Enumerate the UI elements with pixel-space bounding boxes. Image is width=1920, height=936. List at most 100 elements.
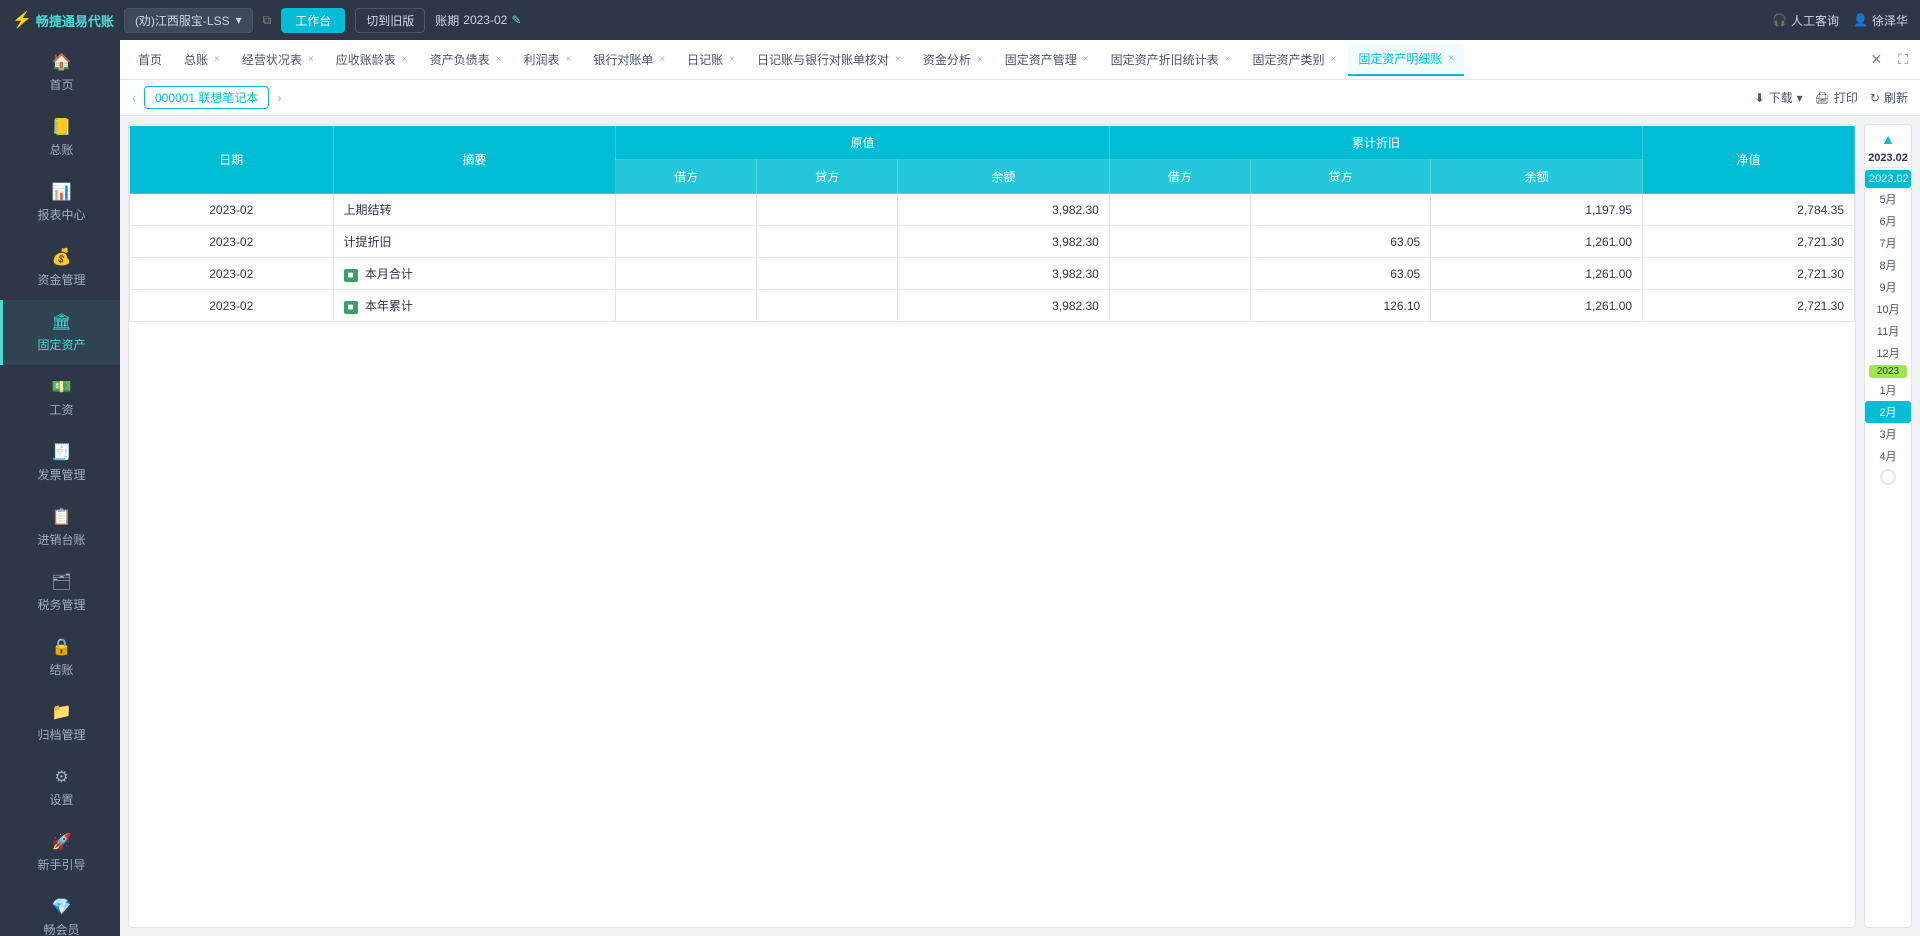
cell-debit: [616, 194, 757, 226]
timeline-year-2023[interactable]: 2023: [1869, 365, 1907, 378]
user-menu[interactable]: 👤 徐泽华: [1853, 12, 1908, 29]
tab-close-fixed-asset-category[interactable]: ×: [1330, 54, 1336, 65]
tab-bar-actions: ✕ ⛶: [1866, 47, 1912, 72]
timeline-month-4[interactable]: 4月: [1865, 445, 1911, 467]
tab-balance-sheet[interactable]: 资产负债表 ×: [420, 44, 512, 76]
service-button[interactable]: 🎧 人工客询: [1772, 12, 1839, 29]
main-layout: 🏠 首页 📒 总账 📊 报表中心 💰 资金管理 🏛 固定资产 💵 工资 🧾 发票…: [0, 40, 1920, 936]
tab-close-fixed-asset-detail[interactable]: ×: [1448, 53, 1454, 64]
tab-close-business-status[interactable]: ×: [308, 54, 314, 65]
table-row: 2023-02 ■ 本年累计 3,982.30 126.10 1,261.00: [130, 290, 1855, 322]
tab-business-status[interactable]: 经营状况表 ×: [232, 44, 324, 76]
sidebar-item-guide[interactable]: 🚀 新手引导: [0, 820, 120, 885]
period-display: 账期 2023-02 ✎: [435, 12, 521, 29]
tab-close-journal[interactable]: ×: [729, 54, 735, 65]
close-tabs-button[interactable]: ✕: [1866, 47, 1886, 72]
cell-credit: [757, 226, 898, 258]
sidebar-item-funds[interactable]: 💰 资金管理: [0, 235, 120, 300]
tab-fund-analysis[interactable]: 资金分析 ×: [913, 44, 993, 76]
tab-ledger[interactable]: 总账 ×: [174, 44, 230, 76]
tab-close-income[interactable]: ×: [565, 54, 571, 65]
company-selector[interactable]: (劝)江西服宝-LSS ▾: [124, 8, 253, 33]
sidebar-item-settings[interactable]: ⚙ 设置: [0, 755, 120, 820]
cell-balance2: 1,197.95: [1431, 194, 1643, 226]
cell-credit: [757, 290, 898, 322]
reports-icon: 📊: [52, 182, 72, 202]
timeline-month-9[interactable]: 9月: [1865, 276, 1911, 298]
copy-icon[interactable]: ⧉: [263, 13, 272, 28]
timeline-header-1: 2023.02: [1865, 149, 1911, 168]
cell-debit: [616, 226, 757, 258]
tab-journal-bank-check[interactable]: 日记账与银行对账单核对 ×: [747, 44, 911, 76]
tab-fixed-asset-category[interactable]: 固定资产类别 ×: [1242, 44, 1346, 76]
tab-close-balance-sheet[interactable]: ×: [496, 54, 502, 65]
timeline-month-6[interactable]: 6月: [1865, 210, 1911, 232]
sub-nav-actions: ⬇ 下载 ▾ 🖨 打印 ↻ 刷新: [1755, 89, 1908, 106]
sidebar-item-tax[interactable]: 🗂 税务管理: [0, 560, 120, 625]
sidebar-item-ledger[interactable]: 📒 总账: [0, 105, 120, 170]
invoice-icon: 🧾: [52, 442, 72, 462]
workbench-button[interactable]: 工作台: [281, 8, 345, 33]
tab-close-fund-analysis[interactable]: ×: [977, 54, 983, 65]
sidebar-item-reports[interactable]: 📊 报表中心: [0, 170, 120, 235]
sidebar-item-close[interactable]: 🔒 结账: [0, 625, 120, 690]
col-balance: 余额: [898, 160, 1110, 194]
timeline-month-3[interactable]: 3月: [1865, 423, 1911, 445]
tab-depreciation-stats[interactable]: 固定资产折旧统计表 ×: [1101, 44, 1241, 76]
tab-close-depreciation-stats[interactable]: ×: [1225, 54, 1231, 65]
timeline-month-7[interactable]: 7月: [1865, 232, 1911, 254]
tab-close-receivable-aging[interactable]: ×: [402, 54, 408, 65]
download-button[interactable]: ⬇ 下载 ▾: [1755, 89, 1803, 106]
col-original-value-group: 原值: [616, 126, 1110, 160]
switch-old-button[interactable]: 切到旧版: [355, 8, 425, 33]
tab-close-ledger[interactable]: ×: [214, 54, 220, 65]
timeline-month-5[interactable]: 5月: [1865, 188, 1911, 210]
col-credit: 贷方: [757, 160, 898, 194]
avatar-icon: 👤: [1853, 13, 1868, 27]
home-icon: 🏠: [52, 52, 72, 72]
chevron-down-icon: ▾: [236, 13, 242, 27]
timeline-month-10[interactable]: 10月: [1865, 298, 1911, 320]
sidebar-item-sales[interactable]: 📋 进销台账: [0, 495, 120, 560]
timeline-up-button[interactable]: ▲: [1879, 129, 1897, 149]
timeline-item-2023-02[interactable]: 2023.02: [1865, 170, 1911, 188]
print-button[interactable]: 🖨 打印: [1815, 89, 1858, 106]
timeline-month-11[interactable]: 11月: [1865, 320, 1911, 342]
timeline-circle[interactable]: [1880, 469, 1896, 485]
sidebar-item-vip[interactable]: 💎 畅会员: [0, 885, 120, 936]
close-books-icon: 🔒: [52, 637, 72, 657]
tab-income[interactable]: 利润表 ×: [513, 44, 581, 76]
sidebar-item-invoice[interactable]: 🧾 发票管理: [0, 430, 120, 495]
sidebar-item-home[interactable]: 🏠 首页: [0, 40, 120, 105]
cell-balance: 3,982.30: [898, 194, 1110, 226]
tab-close-fixed-asset-management[interactable]: ×: [1083, 54, 1089, 65]
tab-close-bank-statement[interactable]: ×: [659, 54, 665, 65]
tab-home[interactable]: 首页: [128, 44, 172, 76]
tab-fixed-asset-detail[interactable]: 固定资产明细账 ×: [1348, 44, 1464, 76]
cell-balance2: 1,261.00: [1431, 226, 1643, 258]
breadcrumb-item[interactable]: 000001 联想笔记本: [144, 86, 269, 109]
timeline-month-12[interactable]: 12月: [1865, 342, 1911, 364]
tab-bank-statement[interactable]: 银行对账单 ×: [583, 44, 675, 76]
sidebar-item-salary[interactable]: 💵 工资: [0, 365, 120, 430]
refresh-button[interactable]: ↻ 刷新: [1870, 89, 1908, 106]
next-arrow[interactable]: ›: [277, 91, 281, 105]
expand-button[interactable]: ⛶: [1894, 47, 1912, 72]
print-icon: 🖨: [1815, 91, 1830, 105]
timeline-month-2-active[interactable]: 2月: [1865, 401, 1911, 423]
tab-receivable-aging[interactable]: 应收账龄表 ×: [326, 44, 418, 76]
timeline-month-1[interactable]: 1月: [1865, 379, 1911, 401]
period-edit-icon[interactable]: ✎: [511, 13, 521, 27]
tab-bar: 首页 总账 × 经营状况表 × 应收账龄表 × 资产负债表 × 利润表 ×: [120, 40, 1920, 80]
tab-journal[interactable]: 日记账 ×: [677, 44, 745, 76]
sidebar-item-archive[interactable]: 📁 归档管理: [0, 690, 120, 755]
salary-icon: 💵: [52, 377, 72, 397]
sidebar-item-fixed-assets[interactable]: 🏛 固定资产: [0, 300, 120, 365]
guide-icon: 🚀: [52, 832, 72, 852]
content-area: 首页 总账 × 经营状况表 × 应收账龄表 × 资产负债表 × 利润表 ×: [120, 40, 1920, 936]
timeline-month-8[interactable]: 8月: [1865, 254, 1911, 276]
cell-date: 2023-02: [130, 194, 334, 226]
tab-fixed-asset-management[interactable]: 固定资产管理 ×: [995, 44, 1099, 76]
prev-arrow[interactable]: ‹: [132, 91, 136, 105]
tab-close-journal-bank-check[interactable]: ×: [895, 54, 901, 65]
